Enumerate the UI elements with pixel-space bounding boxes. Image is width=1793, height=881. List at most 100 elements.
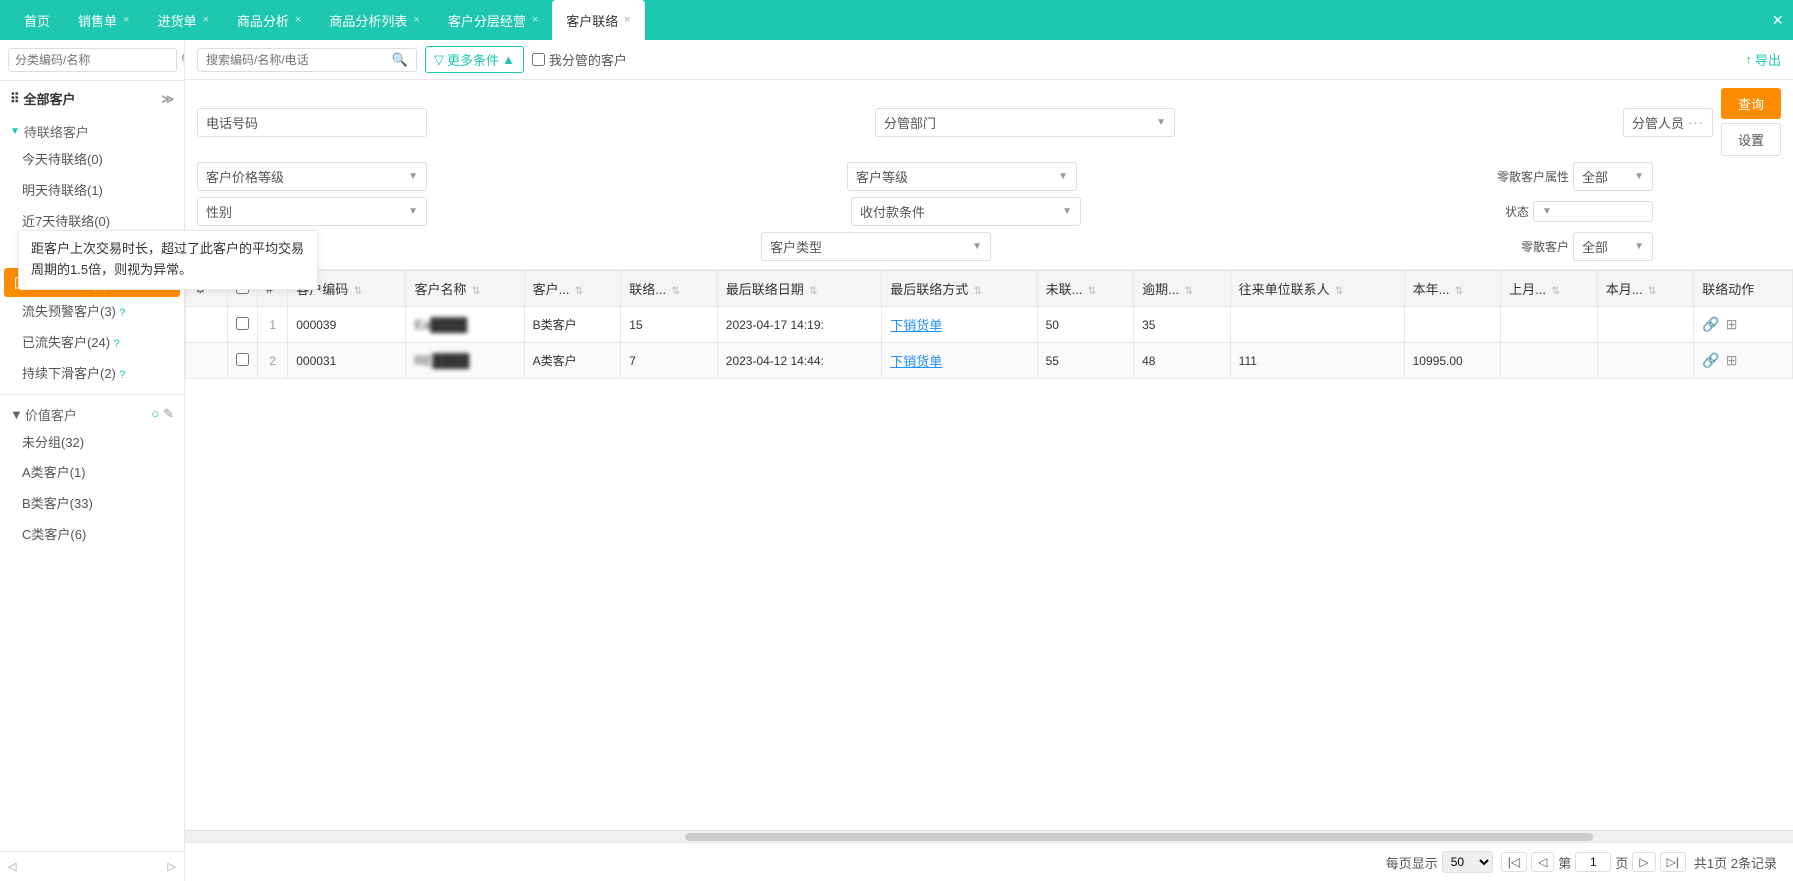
col-contact-count[interactable]: 联络... ⇅ (621, 271, 718, 307)
col-level[interactable]: 客户... ⇅ (524, 271, 621, 307)
prev-page-button[interactable]: ◁ (1531, 852, 1554, 872)
phone-filter[interactable]: 电话号码 (197, 108, 427, 137)
close-icon[interactable]: × (413, 14, 419, 26)
edit-icon[interactable]: ✎ (163, 406, 174, 422)
last-page-button[interactable]: ▷| (1660, 852, 1686, 872)
my-customers-checkbox-input[interactable] (532, 53, 545, 66)
query-button[interactable]: 查询 (1721, 88, 1781, 119)
sidebar-footer-right: ▷ (168, 860, 176, 873)
price-level-filter[interactable]: 客户价格等级 ▼ (197, 162, 427, 191)
retail-attr-filter[interactable]: 零散客户属性 全部 ▼ (1497, 162, 1653, 191)
sidebar-footer-text: ◁ (8, 860, 16, 873)
retail-filter[interactable]: 零散客户 全部 ▼ (1521, 232, 1653, 261)
sidebar-item-today[interactable]: 今天待联络(0) (0, 145, 184, 176)
info-icon[interactable]: ? (113, 338, 119, 350)
row-checkbox-input[interactable] (236, 317, 249, 330)
tab-customer-segment[interactable]: 客户分层经营 × (434, 0, 552, 40)
sort-icon: ⇅ (974, 286, 982, 297)
status-dropdown[interactable]: ▼ (1533, 201, 1653, 222)
more-conditions-button[interactable]: ▽ 更多条件 ▲ (425, 46, 524, 73)
top-navigation: 首页 销售单 × 进货单 × 商品分析 × 商品分析列表 × 客户分层经营 × … (0, 0, 1793, 40)
sidebar-all-customers[interactable]: ⠿ 全部客户 ≫ (0, 81, 184, 116)
search-input[interactable] (206, 53, 388, 67)
my-customers-checkbox[interactable]: 我分管的客户 (532, 50, 627, 69)
sidebar-search-input[interactable] (8, 48, 177, 72)
row-this-month (1597, 307, 1694, 343)
first-page-button[interactable]: |◁ (1501, 852, 1527, 872)
sidebar-item-ungrouped[interactable]: 未分组(32) (0, 428, 184, 459)
scrollbar-thumb[interactable] (685, 833, 1593, 841)
col-this-month[interactable]: 本月... ⇅ (1597, 271, 1694, 307)
sidebar-item-class-a[interactable]: A类客户(1) (0, 458, 184, 489)
row-no-contact: 50 (1037, 307, 1134, 343)
col-annual[interactable]: 本年... ⇅ (1404, 271, 1501, 307)
table-row: 1 000039 Ea████ B类客户 15 2023-04-17 14:19… (186, 307, 1793, 343)
chevron-down-icon: ▼ (408, 206, 418, 217)
page-size-dropdown[interactable]: 50 100 200 (1442, 851, 1493, 873)
sidebar-item-declining[interactable]: 持续下滑客户(2) ? (0, 359, 184, 390)
sidebar-collapse-button[interactable]: ≫ (161, 92, 174, 106)
close-icon[interactable]: × (202, 14, 208, 26)
col-overdue[interactable]: 逾期... ⇅ (1134, 271, 1231, 307)
close-icon[interactable]: × (532, 14, 538, 26)
gender-filter[interactable]: 性别 ▼ (197, 197, 427, 226)
sidebar-group-value[interactable]: ▼ 价值客户 ○ ✎ (0, 399, 184, 428)
circle-icon[interactable]: ○ (151, 406, 159, 422)
col-contacts[interactable]: 往来单位联系人 ⇅ (1230, 271, 1404, 307)
sidebar: 🔍 ⠿ 全部客户 ≫ ▼ 待联络客户 今天待联络(0) 明天待联络(1) 近7 (0, 40, 185, 881)
grid-action-icon[interactable]: ⊞ (1726, 316, 1738, 333)
link-action-icon[interactable]: 🔗 (1702, 316, 1719, 333)
retail-dropdown[interactable]: 全部 ▼ (1573, 232, 1653, 261)
col-last-month[interactable]: 上月... ⇅ (1501, 271, 1598, 307)
row-checkbox[interactable] (228, 307, 258, 343)
export-icon: ↑ (1745, 52, 1752, 67)
manager-filter[interactable]: 分管人员 ··· (1623, 108, 1713, 137)
set-button[interactable]: 设置 (1721, 123, 1781, 156)
info-icon[interactable]: ? (119, 307, 125, 319)
customer-type-filter[interactable]: 客户类型 ▼ (761, 232, 991, 261)
close-icon[interactable]: × (624, 14, 630, 26)
chevron-down-icon: ▼ (1634, 171, 1644, 182)
row-last-method[interactable]: 下销货单 (882, 343, 1037, 379)
sidebar-item-loss-warning[interactable]: 流失预警客户(3) ? (0, 297, 184, 328)
filter-row-2: 客户价格等级 ▼ 客户等级 ▼ 零散客户属性 全部 ▼ (197, 162, 1781, 191)
sidebar-item-tomorrow[interactable]: 明天待联络(1) (0, 176, 184, 207)
sidebar-item-lost[interactable]: 已流失客户(24) ? (0, 328, 184, 359)
horizontal-scrollbar[interactable] (185, 830, 1793, 842)
row-checkbox[interactable] (228, 343, 258, 379)
next-page-button[interactable]: ▷ (1632, 852, 1655, 872)
dept-filter[interactable]: 分管部门 ▼ (875, 108, 1175, 137)
page-number-input[interactable] (1575, 852, 1611, 872)
col-name[interactable]: 客户名称 ⇅ (406, 271, 524, 307)
sidebar-item-class-b[interactable]: B类客户(33) (0, 489, 184, 520)
col-last-method[interactable]: 最后联络方式 ⇅ (882, 271, 1037, 307)
close-icon[interactable]: × (295, 14, 301, 26)
info-icon[interactable]: ? (119, 369, 125, 381)
filter-toolbar: 🔍 ▽ 更多条件 ▲ 我分管的客户 ↑ 导出 (185, 40, 1793, 80)
status-filter[interactable]: 状态 ▼ (1505, 201, 1653, 222)
sort-icon: ⇅ (575, 286, 583, 297)
sidebar-item-class-c[interactable]: C类客户(6) (0, 520, 184, 551)
table-row: 2 000031 RE████ A类客户 7 2023-04-12 14:44:… (186, 343, 1793, 379)
row-last-method[interactable]: 下销货单 (882, 307, 1037, 343)
tab-product-analysis[interactable]: 商品分析 × (223, 0, 315, 40)
tab-customer-contact[interactable]: 客户联络 × (552, 0, 644, 40)
window-close-button[interactable]: × (1772, 10, 1783, 31)
tab-product-list[interactable]: 商品分析列表 × (315, 0, 433, 40)
col-last-date[interactable]: 最后联络日期 ⇅ (717, 271, 881, 307)
close-icon[interactable]: × (123, 14, 129, 26)
grid-action-icon[interactable]: ⊞ (1726, 352, 1738, 369)
export-button[interactable]: ↑ 导出 (1745, 50, 1781, 69)
col-no-contact[interactable]: 未联... ⇅ (1037, 271, 1134, 307)
tab-purchase[interactable]: 进货单 × (143, 0, 222, 40)
tab-home[interactable]: 首页 (10, 0, 64, 40)
customer-level-filter[interactable]: 客户等级 ▼ (847, 162, 1077, 191)
payment-filter[interactable]: 收付款条件 ▼ (851, 197, 1081, 226)
sort-icon: ⇅ (354, 286, 362, 297)
sidebar-group-pending[interactable]: ▼ 待联络客户 (0, 116, 184, 145)
row-checkbox-input[interactable] (236, 353, 249, 366)
tab-sales[interactable]: 销售单 × (64, 0, 143, 40)
link-action-icon[interactable]: 🔗 (1702, 352, 1719, 369)
retail-attr-dropdown[interactable]: 全部 ▼ (1573, 162, 1653, 191)
page-size-select[interactable]: 每页显示 50 100 200 (1386, 851, 1493, 873)
